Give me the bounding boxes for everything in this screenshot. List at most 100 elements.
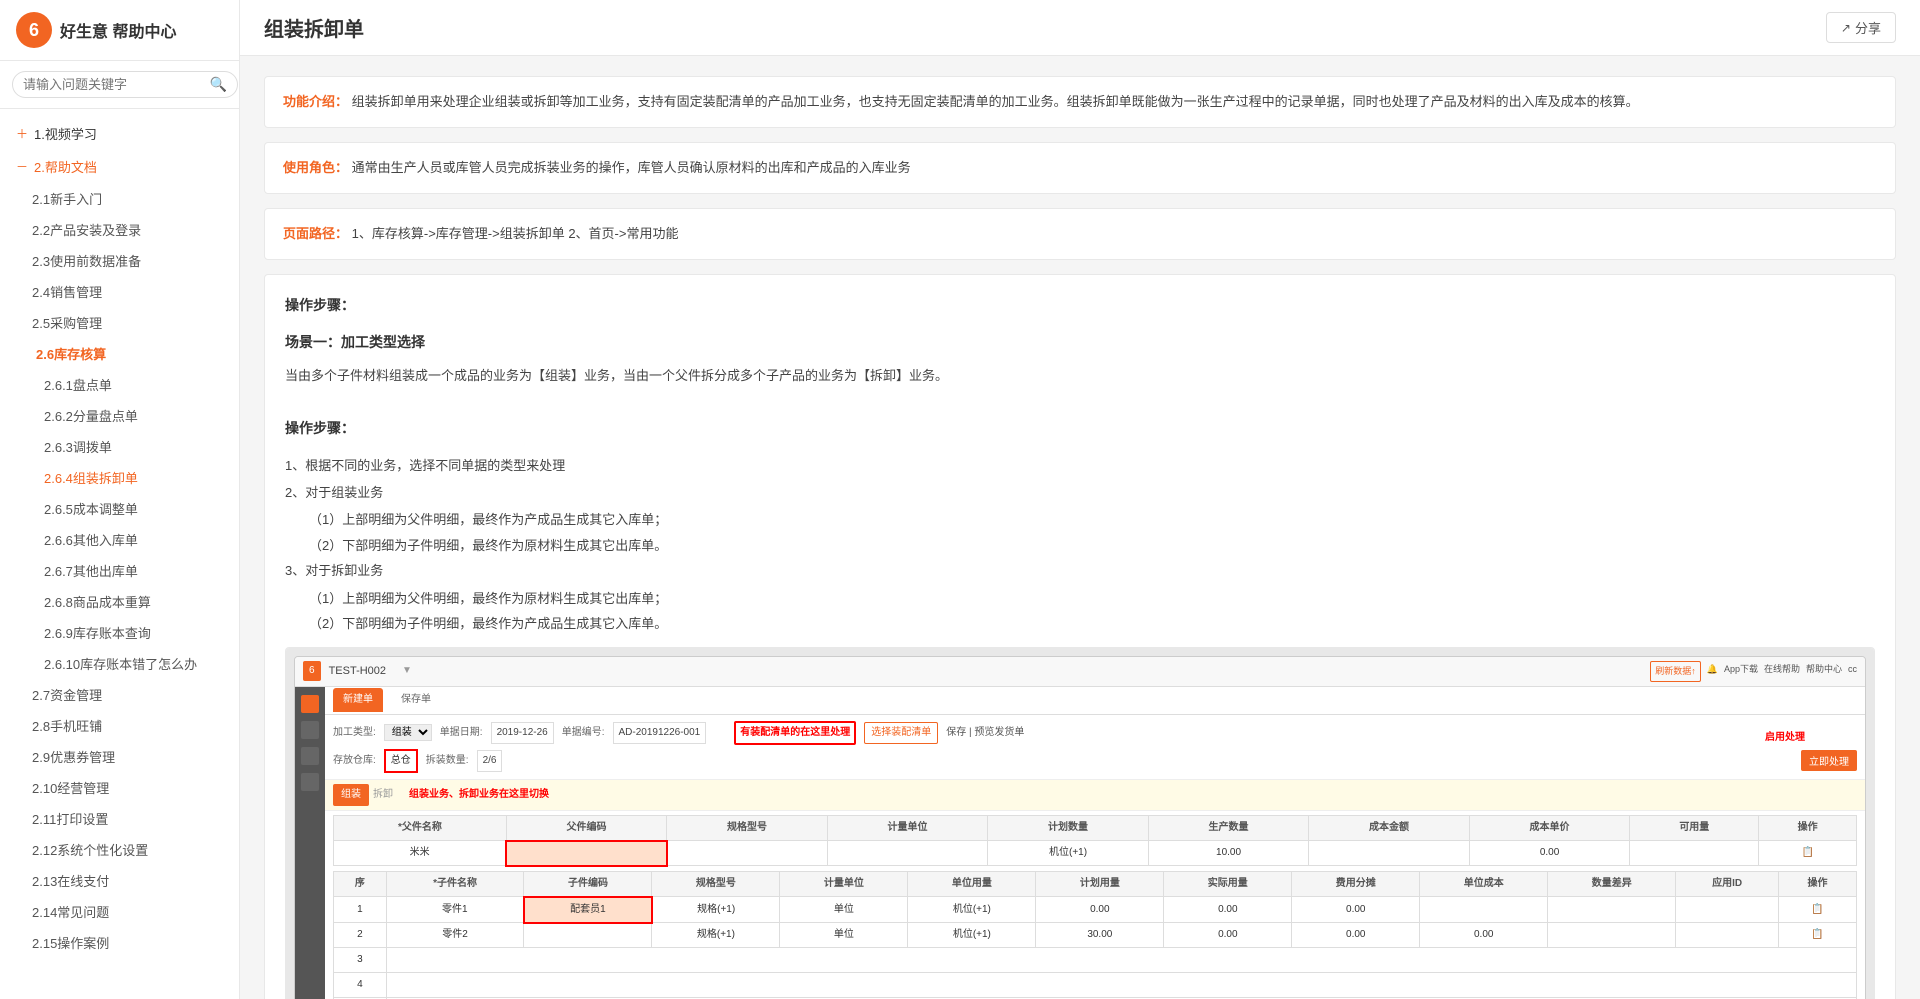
sidebar-item-stock-check[interactable]: 2.6.9库存账本查询 — [0, 617, 239, 648]
sidebar-item-faq[interactable]: 2.14常见问题 — [0, 896, 239, 927]
cell: 3 — [334, 948, 387, 973]
mock-icon3: 在线帮助 — [1764, 661, 1800, 681]
sidebar-item-inventory[interactable]: 2.6库存核算 — [0, 338, 239, 369]
sidebar-item-install[interactable]: 2.2产品安装及登录 — [0, 214, 239, 245]
search-button[interactable]: 🔍 — [210, 76, 227, 93]
sub2-label: 2.6.2分量盘点单 — [44, 409, 138, 424]
sidebar-item-partial-stocktake[interactable]: 2.6.2分量盘点单 — [0, 400, 239, 431]
sidebar-item-operations[interactable]: 2.10经营管理 — [0, 772, 239, 803]
sidebar-item-account-error[interactable]: 2.6.10库存账本错了怎么办 — [0, 648, 239, 679]
plus-icon: ＋ — [16, 125, 28, 142]
sidebar-item-docs[interactable]: － 2.帮助文档 — [0, 150, 239, 183]
mock-toolbar-icons: 刷新数据↑ 🔔 App下载 在线帮助 帮助中心 cc — [1650, 661, 1857, 681]
sub-label: 2.4销售管理 — [32, 285, 102, 300]
sidebar-item-purchase[interactable]: 2.5采购管理 — [0, 307, 239, 338]
sidebar-item-videos[interactable]: ＋ 1.视频学习 — [0, 117, 239, 150]
sidebar-item-cost-adjust[interactable]: 2.6.5成本调整单 — [0, 493, 239, 524]
sidebar-item-customize[interactable]: 2.12系统个性化设置 — [0, 834, 239, 865]
sidebar-item-capital[interactable]: 2.7资金管理 — [0, 679, 239, 710]
logo-icon: 6 — [16, 12, 52, 48]
sidebar-item-online-pay[interactable]: 2.13在线支付 — [0, 865, 239, 896]
mock-select-btn[interactable]: 选择装配清单 — [864, 722, 938, 744]
col-header: 费用分摊 — [1292, 871, 1420, 897]
sidebar-item-print[interactable]: 2.11打印设置 — [0, 803, 239, 834]
cell: 0.00 — [1036, 897, 1164, 923]
share-label: 分享 — [1855, 18, 1881, 37]
mock-sidebar — [295, 687, 325, 999]
step2: 2、对于组装业务 — [285, 481, 1875, 504]
step3-sub1: （1）上部明细为父件明细，最终作为原材料生成其它出库单； — [285, 587, 1875, 610]
cell — [1676, 897, 1779, 923]
sub2-label: 2.6.3调拨单 — [44, 440, 112, 455]
sidebar-item-other-in[interactable]: 2.6.6其他入库单 — [0, 524, 239, 555]
mock-top-table-area: *父件名称 父件编码 规格型号 计量单位 计划数量 生产数量 成本金额 — [325, 811, 1865, 871]
screenshot-container: 6 TEST-H002 ▼ 刷新数据↑ 🔔 App下载 在线帮助 帮助中心 cc — [285, 647, 1875, 999]
col-header: 实际用量 — [1164, 871, 1292, 897]
step2-sub2: （2）下部明细为子件明细，最终作为原材料生成其它出库单。 — [285, 534, 1875, 557]
cell — [1676, 923, 1779, 948]
cell — [827, 841, 988, 866]
sub-label: 2.7资金管理 — [32, 688, 102, 703]
col-header: 规格型号 — [652, 871, 780, 897]
cell — [506, 841, 667, 866]
mock-disassembly-tab[interactable]: 拆卸 — [373, 786, 393, 804]
sidebar-item-cases[interactable]: 2.15操作案例 — [0, 927, 239, 958]
cell: 配套员1 — [524, 897, 652, 923]
nav-tree: ＋ 1.视频学习 － 2.帮助文档 2.1新手入门 2.2产品安装及登录 2.3… — [0, 109, 239, 999]
mock-confirm-btn[interactable]: 立即处理 — [1801, 750, 1857, 771]
col-header: 单位用量 — [908, 871, 1036, 897]
cell — [1548, 897, 1676, 923]
col-header: 数量差异 — [1548, 871, 1676, 897]
sidebar-item-newbie[interactable]: 2.1新手入门 — [0, 183, 239, 214]
mock-icon4: 帮助中心 — [1806, 661, 1842, 681]
sidebar: 6 好生意 帮助中心 🔍 ＋ 1.视频学习 － 2.帮助文档 2.1新手入门 2… — [0, 0, 240, 999]
mock-top-table: *父件名称 父件编码 规格型号 计量单位 计划数量 生产数量 成本金额 — [333, 815, 1857, 867]
main-header: 组装拆卸单 ↗ 分享 — [240, 0, 1920, 56]
cell: 📋 — [1759, 841, 1857, 866]
mock-dropdown: ▼ — [402, 662, 412, 680]
sidebar-item-mobile[interactable]: 2.8手机旺铺 — [0, 710, 239, 741]
sidebar-item-transfer[interactable]: 2.6.3调拨单 — [0, 431, 239, 462]
sidebar-item-coupon[interactable]: 2.9优惠券管理 — [0, 741, 239, 772]
annotation2-text: 组装业务、拆卸业务在这里切换 — [409, 786, 549, 804]
mock-icon5: cc — [1848, 661, 1857, 681]
sidebar-item-goods-cost[interactable]: 2.6.8商品成本重算 — [0, 586, 239, 617]
step3-sub2: （2）下部明细为子件明细，最终作为产成品生成其它入库单。 — [285, 612, 1875, 635]
share-button[interactable]: ↗ 分享 — [1826, 12, 1896, 43]
step3: 3、对于拆卸业务 — [285, 559, 1875, 582]
sidebar-item-label: 2.帮助文档 — [34, 157, 97, 176]
sidebar-item-other-out[interactable]: 2.6.7其他出库单 — [0, 555, 239, 586]
mock-sb-icon2 — [301, 721, 319, 739]
mock-field-warehouse-label: 存放仓库: — [333, 752, 376, 770]
main-content: 组装拆卸单 ↗ 分享 功能介绍： 组装拆卸单用来处理企业组装或拆卸等加工业务，支… — [240, 0, 1920, 999]
sub2-label: 2.6.1盘点单 — [44, 378, 112, 393]
cell — [386, 973, 1856, 998]
sidebar-item-data-prep[interactable]: 2.3使用前数据准备 — [0, 245, 239, 276]
sub-label: 2.10经营管理 — [32, 781, 109, 796]
sub-label: 2.6库存核算 — [36, 344, 106, 363]
mock-sb-icon3 — [301, 747, 319, 765]
sidebar-item-assembly[interactable]: 2.6.4组装拆卸单 — [0, 462, 239, 493]
sub-label: 2.14常见问题 — [32, 905, 109, 920]
sidebar-item-stocktake[interactable]: 2.6.1盘点单 — [0, 369, 239, 400]
cell: 1 — [334, 897, 387, 923]
mock-titlebar: 6 TEST-H002 ▼ 刷新数据↑ 🔔 App下载 在线帮助 帮助中心 cc — [295, 657, 1865, 686]
search-input[interactable] — [12, 71, 238, 98]
cell: 米米 — [334, 841, 507, 866]
col-header: 单位成本 — [1420, 871, 1548, 897]
mock-type-select[interactable]: 组装 拆卸 — [384, 724, 432, 741]
table-row: 1 零件1 配套员1 规格(+1) 单位 机位(+1) 0.00 — [334, 897, 1857, 923]
sub-label: 2.8手机旺铺 — [32, 719, 102, 734]
mock-assembly-tab[interactable]: 组装 — [333, 784, 369, 806]
sub-label: 2.2产品安装及登录 — [32, 223, 141, 238]
cell: 规格(+1) — [652, 923, 780, 948]
cell: 📋 — [1779, 897, 1857, 923]
intro-text: 组装拆卸单用来处理企业组装或拆卸等加工业务，支持有固定装配清单的产品加工业务，也… — [352, 94, 1639, 109]
sidebar-item-sales[interactable]: 2.4销售管理 — [0, 276, 239, 307]
path-label: 页面路径： — [283, 226, 348, 241]
mock-switch-bar: 组装 拆卸 组装业务、拆卸业务在这里切换 — [325, 780, 1865, 811]
cell: 0.00 — [1164, 897, 1292, 923]
sub2-label: 2.6.4组装拆卸单 — [44, 471, 138, 486]
intro-label: 功能介绍： — [283, 94, 348, 109]
sub2-label: 2.6.5成本调整单 — [44, 502, 138, 517]
